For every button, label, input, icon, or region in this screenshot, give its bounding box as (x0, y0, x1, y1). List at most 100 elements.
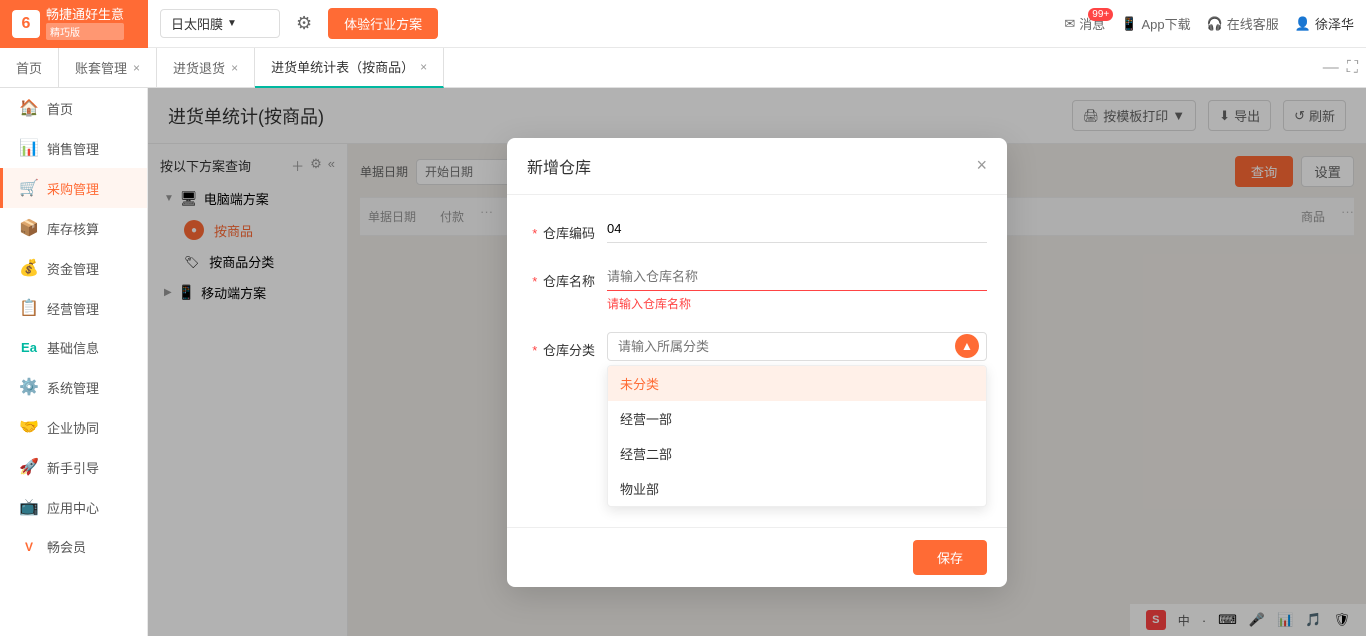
category-select-wrap: ▲ (607, 332, 987, 361)
logo-area: 6 畅捷通好生意 精巧版 (0, 0, 148, 48)
online-service-item[interactable]: 🎧 在线客服 (1207, 14, 1279, 33)
modal-close-button[interactable]: × (976, 155, 987, 176)
notification-badge: 99+ (1088, 8, 1113, 21)
headset-icon: 🎧 (1207, 16, 1223, 32)
warehouse-code-input[interactable] (607, 215, 987, 243)
logo-badge: 精巧版 (46, 23, 124, 40)
sidebar-item-guide[interactable]: 🚀 新手引导 (0, 447, 147, 487)
store-name: 日太阳膜 (171, 14, 223, 33)
sidebar-basic-info-label: 基础信息 (47, 338, 99, 357)
online-service-label: 在线客服 (1227, 14, 1279, 33)
sidebar-item-purchase[interactable]: 🛒 采购管理 (0, 168, 147, 208)
home-icon: 🏠 (19, 98, 39, 118)
sidebar-item-enterprise[interactable]: 🤝 企业协同 (0, 407, 147, 447)
code-input-wrap (607, 215, 987, 243)
vip-icon: V (19, 540, 39, 554)
add-warehouse-modal: 新增仓库 × * 仓库编码 (507, 138, 1007, 587)
dropdown-item-dept2[interactable]: 经营二部 (608, 436, 986, 471)
sidebar-item-basic-info[interactable]: Ea 基础信息 (0, 328, 147, 367)
tab-bar: 首页 账套管理 × 进货退货 × 进货单统计表（按商品） × — ⛶ (0, 48, 1366, 88)
name-input-wrap: 请输入仓库名称 (607, 263, 987, 312)
user-item[interactable]: 👤 徐泽华 (1295, 14, 1354, 33)
system-icon: ⚙️ (19, 377, 39, 397)
sales-icon: 📊 (19, 138, 39, 158)
sidebar-vip-label: 畅会员 (47, 537, 86, 556)
minimize-icon[interactable]: — (1323, 59, 1339, 77)
tab-stats[interactable]: 进货单统计表（按商品） × (255, 48, 444, 88)
tab-returns[interactable]: 进货退货 × (157, 48, 255, 88)
warehouse-name-input[interactable] (607, 263, 987, 291)
dropdown-item-dept3[interactable]: 物业部 (608, 471, 986, 506)
sidebar-item-inventory[interactable]: 📦 库存核算 (0, 208, 147, 248)
top-right-actions: ✉ 消息 99+ 📱 App下载 🎧 在线客服 👤 徐泽华 (1064, 14, 1354, 33)
dropdown-item-dept1[interactable]: 经营一部 (608, 401, 986, 436)
logo-name: 畅捷通好生意 (46, 7, 124, 24)
save-button[interactable]: 保存 (913, 540, 987, 575)
form-row-code: * 仓库编码 (527, 215, 987, 243)
category-input-wrap: ▲ 未分类 经营一部 经营二部 物业部 (607, 332, 987, 507)
main-layout: 🏠 首页 📊 销售管理 🛒 采购管理 📦 库存核算 💰 资金管理 📋 经营管理 … (0, 88, 1366, 636)
sidebar-operations-label: 经营管理 (47, 299, 99, 318)
app-center-icon: 📺 (19, 497, 39, 517)
user-icon: 👤 (1295, 16, 1311, 32)
top-bar: 6 畅捷通好生意 精巧版 日太阳膜 ▼ ⚙ 体验行业方案 ✉ 消息 99+ 📱 … (0, 0, 1366, 48)
category-dropdown-list: 未分类 经营一部 经营二部 物业部 (607, 365, 987, 507)
guide-icon: 🚀 (19, 457, 39, 477)
sidebar-enterprise-label: 企业协同 (47, 418, 99, 437)
store-selector[interactable]: 日太阳膜 ▼ (160, 9, 280, 38)
tab-actions: — ⛶ (1323, 59, 1366, 77)
tab-account-label: 账套管理 (75, 58, 127, 77)
sidebar-item-app-center[interactable]: 📺 应用中心 (0, 487, 147, 527)
required-mark-cat: * (532, 343, 537, 358)
sidebar-item-operations[interactable]: 📋 经营管理 (0, 288, 147, 328)
basic-info-icon: Ea (19, 340, 39, 355)
message-icon: ✉ (1064, 16, 1075, 32)
sidebar-item-finance[interactable]: 💰 资金管理 (0, 248, 147, 288)
sidebar-finance-label: 资金管理 (47, 259, 99, 278)
tab-returns-label: 进货退货 (173, 58, 225, 77)
tab-returns-close[interactable]: × (231, 61, 238, 75)
sidebar-item-vip[interactable]: V 畅会员 (0, 527, 147, 566)
enterprise-icon: 🤝 (19, 417, 39, 437)
sidebar-inventory-label: 库存核算 (47, 219, 99, 238)
modal-footer: 保存 (507, 527, 1007, 587)
name-label: * 仓库名称 (527, 263, 607, 290)
modal-header: 新增仓库 × (507, 138, 1007, 195)
notification-item[interactable]: ✉ 消息 99+ (1064, 14, 1105, 33)
tab-stats-label: 进货单统计表（按商品） (271, 57, 414, 76)
trial-button[interactable]: 体验行业方案 (328, 8, 438, 39)
sidebar-guide-label: 新手引导 (47, 458, 99, 477)
purchase-icon: 🛒 (19, 178, 39, 198)
app-download-item[interactable]: 📱 App下载 (1121, 14, 1190, 33)
required-mark-name: * (532, 274, 537, 289)
inventory-icon: 📦 (19, 218, 39, 238)
modal-title: 新增仓库 (527, 154, 591, 178)
tab-home-label: 首页 (16, 58, 42, 77)
gear-icon[interactable]: ⚙ (292, 9, 316, 38)
sidebar-item-sales[interactable]: 📊 销售管理 (0, 128, 147, 168)
sidebar-purchase-label: 采购管理 (47, 179, 99, 198)
form-row-category: * 仓库分类 ▲ 未分类 经营一部 经营二部 (527, 332, 987, 507)
finance-icon: 💰 (19, 258, 39, 278)
name-error-message: 请输入仓库名称 (607, 295, 987, 312)
category-label: * 仓库分类 (527, 332, 607, 359)
dropdown-item-unclassified[interactable]: 未分类 (608, 366, 986, 401)
operations-icon: 📋 (19, 298, 39, 318)
sidebar-item-home[interactable]: 🏠 首页 (0, 88, 147, 128)
phone-icon: 📱 (1121, 16, 1137, 32)
content-area: 进货单统计(按商品) 🖨 按模板打印 ▼ ⬇ 导出 ↺ 刷新 (148, 88, 1366, 636)
required-mark: * (532, 226, 537, 241)
sidebar: 🏠 首页 📊 销售管理 🛒 采购管理 📦 库存核算 💰 资金管理 📋 经营管理 … (0, 88, 148, 636)
app-download-label: App下载 (1141, 14, 1190, 33)
tab-stats-close[interactable]: × (420, 60, 427, 74)
tab-account[interactable]: 账套管理 × (59, 48, 157, 88)
category-dropdown-toggle[interactable]: ▲ (955, 334, 979, 358)
sidebar-item-system[interactable]: ⚙️ 系统管理 (0, 367, 147, 407)
sidebar-sales-label: 销售管理 (47, 139, 99, 158)
category-select-input[interactable] (607, 332, 987, 361)
restore-icon[interactable]: ⛶ (1347, 59, 1358, 77)
code-label: * 仓库编码 (527, 215, 607, 242)
tab-home[interactable]: 首页 (0, 48, 59, 88)
form-row-name: * 仓库名称 请输入仓库名称 (527, 263, 987, 312)
tab-account-close[interactable]: × (133, 61, 140, 75)
